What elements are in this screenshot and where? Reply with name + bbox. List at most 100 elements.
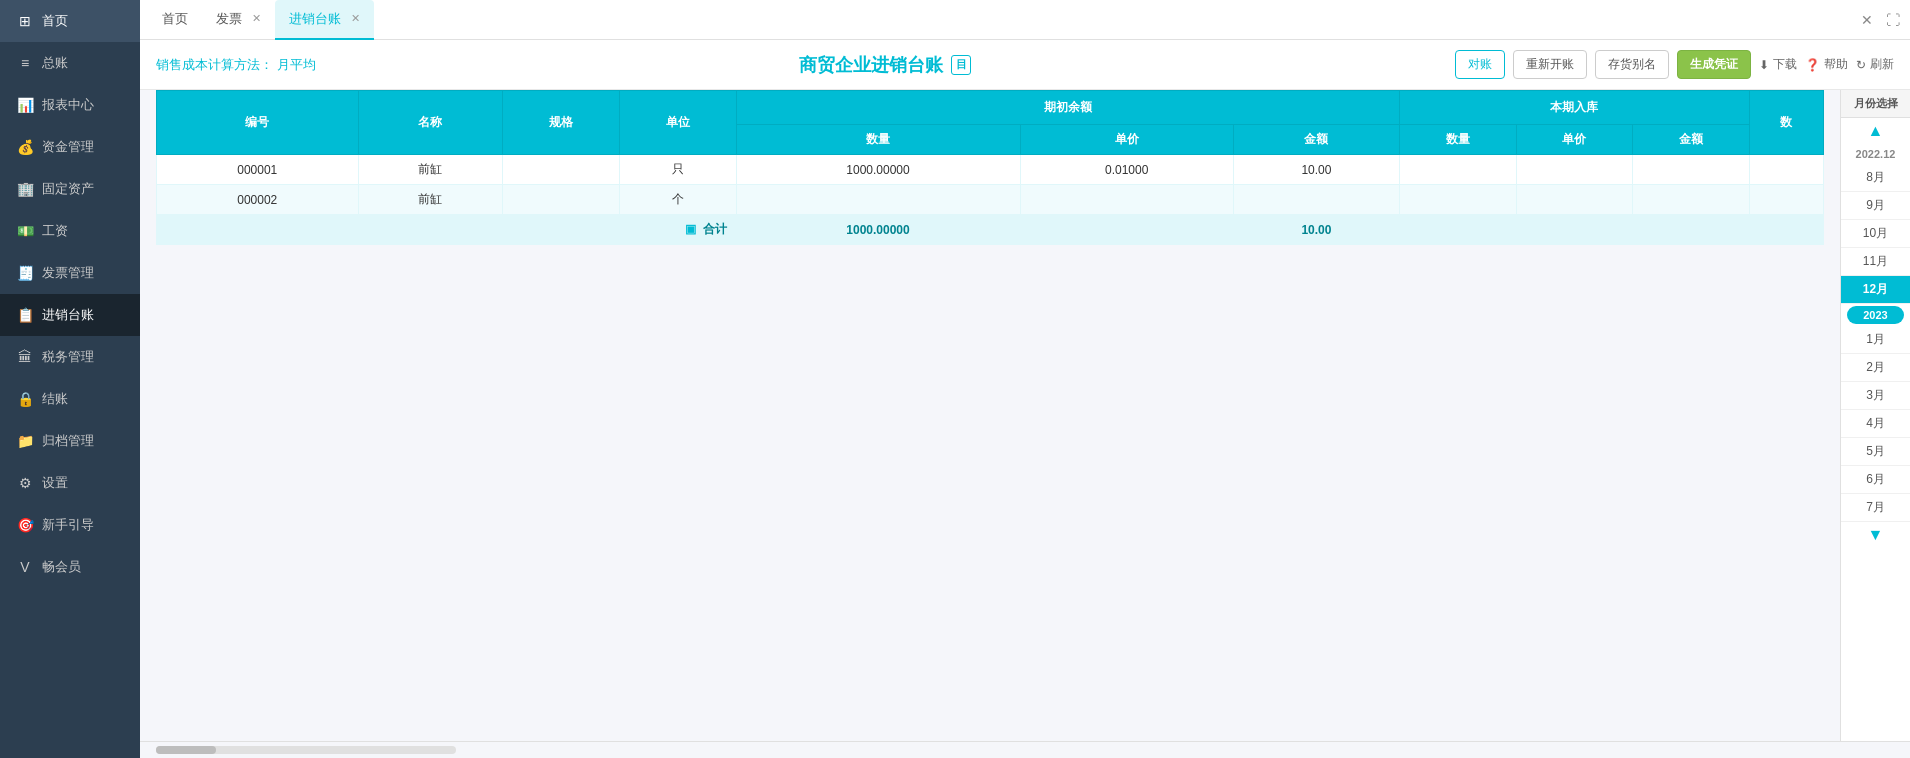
sidebar-item-label: 结账 bbox=[42, 390, 68, 408]
cell-in-price bbox=[1516, 185, 1633, 215]
tab-invoice-close[interactable]: ✕ bbox=[252, 12, 261, 25]
cell-spec bbox=[503, 155, 620, 185]
month-item-8[interactable]: 8月 bbox=[1841, 164, 1910, 192]
cell-name: 前缸 bbox=[358, 185, 503, 215]
col-header-period-in: 本期入库 bbox=[1400, 91, 1750, 125]
month-item-1[interactable]: 1月 bbox=[1841, 326, 1910, 354]
sidebar-item-label: 工资 bbox=[42, 222, 68, 240]
tab-purchase-sales[interactable]: 进销台账 ✕ bbox=[275, 0, 374, 40]
scroll-bar-area bbox=[140, 741, 1910, 758]
col-header-init-price: 单价 bbox=[1020, 125, 1233, 155]
total-in-qty bbox=[1400, 215, 1517, 245]
month-item-6[interactable]: 6月 bbox=[1841, 466, 1910, 494]
sidebar-item-settings[interactable]: ⚙ 设置 bbox=[0, 462, 140, 504]
col-header-spec: 规格 bbox=[503, 91, 620, 155]
page-title: 商贸企业进销台账 目 bbox=[316, 53, 1455, 77]
table-wrapper: 编号 名称 规格 单位 期初余额 本期入库 数 数量 单价 bbox=[156, 90, 1824, 725]
toolbar: 对账 重新开账 存货别名 生成凭证 ⬇ 下载 ❓ 帮助 ↻ 刷新 bbox=[1455, 50, 1894, 79]
window-close-button[interactable]: ✕ bbox=[1858, 11, 1876, 29]
generate-voucher-button[interactable]: 生成凭证 bbox=[1677, 50, 1751, 79]
sidebar-item-assets[interactable]: 🏢 固定资产 bbox=[0, 168, 140, 210]
ledger-icon: ≡ bbox=[16, 55, 34, 71]
member-icon: V bbox=[16, 559, 34, 575]
month-item-2[interactable]: 2月 bbox=[1841, 354, 1910, 382]
month-nav-up[interactable]: ▲ bbox=[1841, 118, 1910, 144]
save-alias-button[interactable]: 存货别名 bbox=[1595, 50, 1669, 79]
month-item-3[interactable]: 3月 bbox=[1841, 382, 1910, 410]
cell-in-qty bbox=[1400, 155, 1517, 185]
year-2023-label: 2023 bbox=[1847, 306, 1904, 324]
sidebar-item-invoice-mgmt[interactable]: 🧾 发票管理 bbox=[0, 252, 140, 294]
cell-in-price bbox=[1516, 155, 1633, 185]
tab-home-label: 首页 bbox=[162, 10, 188, 28]
close-account-icon: 🔒 bbox=[16, 391, 34, 407]
reconcile-button[interactable]: 对账 bbox=[1455, 50, 1505, 79]
cell-unit: 只 bbox=[619, 155, 736, 185]
help-icon: ❓ bbox=[1805, 58, 1820, 72]
col-header-in-qty: 数量 bbox=[1400, 125, 1517, 155]
guide-icon: 🎯 bbox=[16, 517, 34, 533]
scroll-thumb[interactable] bbox=[156, 746, 216, 754]
sidebar-item-tax[interactable]: 🏛 税务管理 bbox=[0, 336, 140, 378]
tab-invoice[interactable]: 发票 ✕ bbox=[202, 0, 275, 40]
sidebar-item-label: 首页 bbox=[42, 12, 68, 30]
total-init-qty: 1000.00000 bbox=[736, 215, 1020, 245]
tax-icon: 🏛 bbox=[16, 349, 34, 365]
sidebar-item-guide[interactable]: 🎯 新手引导 bbox=[0, 504, 140, 546]
cell-in-qty bbox=[1400, 185, 1517, 215]
month-item-4[interactable]: 4月 bbox=[1841, 410, 1910, 438]
cell-init-qty bbox=[736, 185, 1020, 215]
month-item-12[interactable]: 12月 bbox=[1841, 276, 1910, 304]
month-item-7[interactable]: 7月 bbox=[1841, 494, 1910, 522]
total-extra bbox=[1749, 215, 1823, 245]
sidebar-item-close[interactable]: 🔒 结账 bbox=[0, 378, 140, 420]
sidebar-item-label: 总账 bbox=[42, 54, 68, 72]
sidebar-item-purchase-sales[interactable]: 📋 进销台账 bbox=[0, 294, 140, 336]
sidebar-item-funds[interactable]: 💰 资金管理 bbox=[0, 126, 140, 168]
sidebar-item-ledger[interactable]: ≡ 总账 bbox=[0, 42, 140, 84]
month-item-10[interactable]: 10月 bbox=[1841, 220, 1910, 248]
download-icon: ⬇ bbox=[1759, 58, 1769, 72]
col-header-init-amount: 金额 bbox=[1233, 125, 1399, 155]
archive-icon: 📁 bbox=[16, 433, 34, 449]
table-row[interactable]: 000002 前缸 个 bbox=[157, 185, 1824, 215]
cell-unit: 个 bbox=[619, 185, 736, 215]
sidebar-item-reports[interactable]: 📊 报表中心 bbox=[0, 84, 140, 126]
total-in-amount bbox=[1633, 215, 1750, 245]
year-2022-label: 2022.12 bbox=[1841, 144, 1910, 164]
window-maximize-button[interactable]: ⛶ bbox=[1884, 11, 1902, 29]
scroll-track[interactable] bbox=[156, 746, 456, 754]
sidebar-item-member[interactable]: V 畅会员 bbox=[0, 546, 140, 588]
col-header-extra: 数 bbox=[1749, 91, 1823, 155]
sidebar-item-payroll[interactable]: 💵 工资 bbox=[0, 210, 140, 252]
month-item-11[interactable]: 11月 bbox=[1841, 248, 1910, 276]
reopen-button[interactable]: 重新开账 bbox=[1513, 50, 1587, 79]
main-area: 首页 发票 ✕ 进销台账 ✕ ✕ ⛶ 销售成本计算方法： 月平均 商贸企业进销台… bbox=[140, 0, 1910, 758]
help-button[interactable]: ❓ 帮助 bbox=[1805, 56, 1848, 73]
page-title-icon: 目 bbox=[951, 55, 971, 75]
month-item-9[interactable]: 9月 bbox=[1841, 192, 1910, 220]
tab-home[interactable]: 首页 bbox=[148, 0, 202, 40]
funds-icon: 💰 bbox=[16, 139, 34, 155]
page-title-text: 商贸企业进销台账 bbox=[799, 53, 943, 77]
total-label: ▣ 合计 bbox=[157, 215, 737, 245]
data-table: 编号 名称 规格 单位 期初余额 本期入库 数 数量 单价 bbox=[156, 90, 1824, 245]
content-toolbar: 销售成本计算方法： 月平均 商贸企业进销台账 目 对账 重新开账 存货别名 生成… bbox=[140, 40, 1910, 90]
cell-init-amount: 10.00 bbox=[1233, 155, 1399, 185]
refresh-button[interactable]: ↻ 刷新 bbox=[1856, 56, 1894, 73]
month-item-5[interactable]: 5月 bbox=[1841, 438, 1910, 466]
download-button[interactable]: ⬇ 下载 bbox=[1759, 56, 1797, 73]
sidebar-item-home[interactable]: ⊞ 首页 bbox=[0, 0, 140, 42]
cell-id: 000002 bbox=[157, 185, 359, 215]
col-header-in-price: 单价 bbox=[1516, 125, 1633, 155]
table-area: 编号 名称 规格 单位 期初余额 本期入库 数 数量 单价 bbox=[140, 90, 1840, 741]
cell-spec bbox=[503, 185, 620, 215]
sidebar-item-label: 固定资产 bbox=[42, 180, 94, 198]
sidebar-item-label: 新手引导 bbox=[42, 516, 94, 534]
month-nav-down[interactable]: ▼ bbox=[1841, 522, 1910, 548]
table-row[interactable]: 000001 前缸 只 1000.00000 0.01000 10.00 bbox=[157, 155, 1824, 185]
cell-id: 000001 bbox=[157, 155, 359, 185]
sidebar-item-archive[interactable]: 📁 归档管理 bbox=[0, 420, 140, 462]
sidebar-item-label: 税务管理 bbox=[42, 348, 94, 366]
tab-purchase-sales-close[interactable]: ✕ bbox=[351, 12, 360, 25]
